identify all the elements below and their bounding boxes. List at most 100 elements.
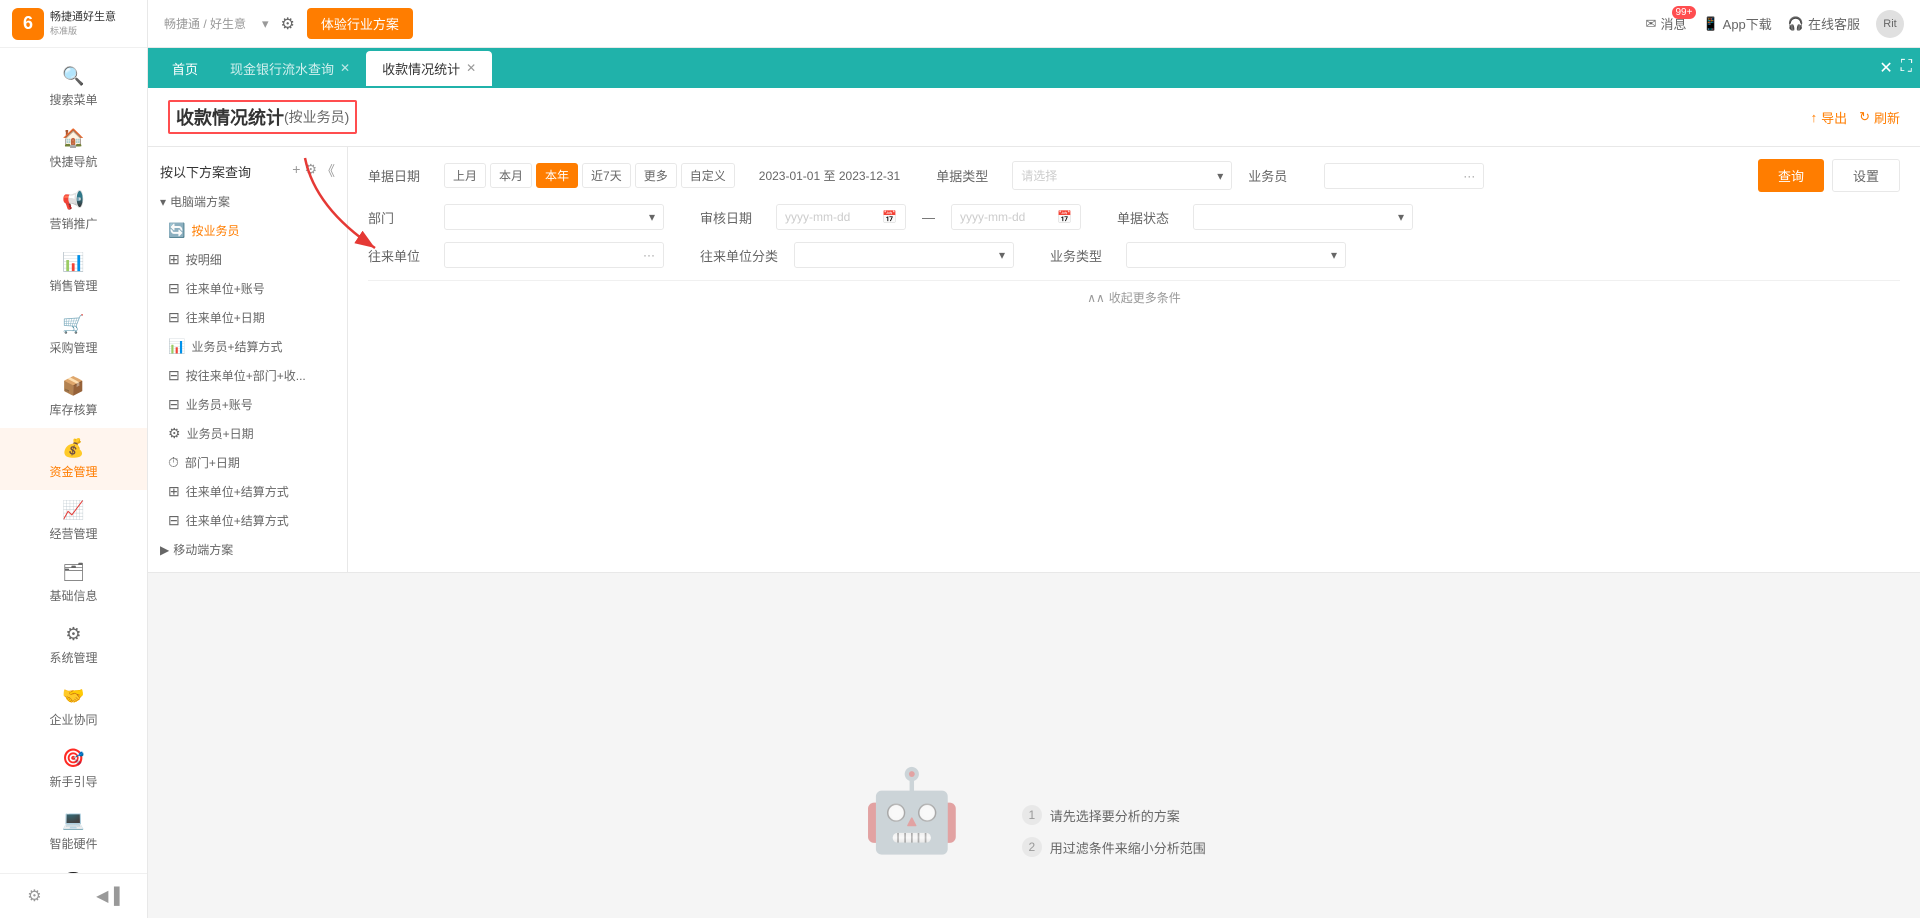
logo: 6 畅捷通好生意 标准版 — [0, 0, 147, 48]
chevron-right-icon: ▶ — [160, 543, 169, 557]
tab-expand-icon[interactable]: ⛶ — [1901, 58, 1912, 78]
salesman-settle-icon: 📊 — [168, 338, 185, 355]
empty-robot-illustration: 🤖 — [862, 764, 962, 858]
inventory-icon: 📦 — [62, 376, 84, 397]
sidebar-item-corp[interactable]: 🤝 企业协同 — [0, 676, 147, 738]
unit-settle1-icon: ⊞ — [168, 483, 180, 500]
topbar-dropdown-icon[interactable]: ▾ — [262, 16, 269, 32]
doc-status-select[interactable]: ▾ — [1193, 204, 1413, 230]
biz-type-select[interactable]: ▾ — [1126, 242, 1346, 268]
hint-num-2: 2 — [1022, 837, 1042, 857]
sidebar-item-wechat[interactable]: 💬 企业微信 — [0, 862, 147, 873]
tab-collection-close-icon[interactable]: ✕ — [466, 61, 476, 75]
scheme-sidebar: 按以下方案查询 + ⚙ 《 ▾ 电脑端方案 🔄 按业务员 — [148, 147, 348, 572]
salesman-select[interactable]: ··· — [1324, 163, 1484, 189]
collapse-row: ∧∧ 收起更多条件 — [368, 280, 1900, 314]
date-btn-custom[interactable]: 自定义 — [681, 163, 735, 188]
date-btn-this-month[interactable]: 本月 — [490, 163, 532, 188]
scheme-group-desktop-title[interactable]: ▾ 电脑端方案 — [148, 187, 347, 216]
calendar-icon-2[interactable]: 📅 — [1057, 210, 1072, 224]
review-date-label: 审核日期 — [700, 208, 760, 227]
scheme-item-salesman-settle[interactable]: 📊 业务员+结算方式 — [148, 332, 347, 361]
sidebar-item-operation[interactable]: 📈 经营管理 — [0, 490, 147, 552]
collapse-button[interactable]: ∧∧ 收起更多条件 — [1079, 281, 1189, 314]
export-button[interactable]: ↑ 导出 — [1811, 108, 1848, 127]
sidebar-item-sales[interactable]: 📊 销售管理 — [0, 242, 147, 304]
message-btn[interactable]: ✉ 消息 99+ — [1646, 14, 1687, 33]
empty-hint-2: 2 用过滤条件来缩小分析范围 — [1022, 837, 1206, 857]
sidebar-bottom: ⚙ ◀▐ — [0, 873, 147, 918]
scheme-item-unit-dept-collect[interactable]: ⊟ 按往来单位+部门+收... — [148, 361, 347, 390]
partner-category-select[interactable]: ▾ — [794, 242, 1014, 268]
tab-bank[interactable]: 现金银行流水查询 ✕ — [214, 51, 366, 86]
query-button[interactable]: 查询 — [1758, 159, 1824, 192]
scheme-group-mobile: ▶ 移动端方案 — [148, 535, 347, 564]
sidebar-item-inventory[interactable]: 📦 库存核算 — [0, 366, 147, 428]
user-avatar[interactable]: Rit — [1876, 10, 1904, 38]
date-btn-more[interactable]: 更多 — [635, 163, 677, 188]
dept-select[interactable]: ▾ — [444, 204, 664, 230]
scheme-add-icon[interactable]: + — [292, 161, 300, 181]
logo-icon: 6 — [12, 8, 44, 40]
topbar-settings-icon[interactable]: ⚙ — [281, 14, 295, 34]
date-dash: — — [922, 210, 935, 225]
scheme-item-by-salesman[interactable]: 🔄 按业务员 — [148, 216, 347, 245]
sidebar-collapse-btn[interactable]: ◀▐ — [96, 886, 120, 906]
date-range-display: 2023-01-01 至 2023-12-31 — [759, 167, 900, 184]
scheme-group-mobile-title[interactable]: ▶ 移动端方案 — [148, 535, 347, 564]
calendar-icon[interactable]: 📅 — [882, 210, 897, 224]
date-btn-last-month[interactable]: 上月 — [444, 163, 486, 188]
doc-type-select[interactable]: 请选择 ▾ — [1012, 161, 1232, 190]
partner-more-icon[interactable]: ··· — [643, 248, 655, 262]
date-btn-last7[interactable]: 近7天 — [582, 163, 631, 188]
scheme-collapse-icon[interactable]: 《 — [321, 161, 335, 181]
scheme-item-unit-settle1[interactable]: ⊞ 往来单位+结算方式 — [148, 477, 347, 506]
sidebar-item-hardware[interactable]: 💻 智能硬件 — [0, 800, 147, 862]
settings-button[interactable]: 设置 — [1832, 159, 1900, 192]
partner-select[interactable]: ··· — [444, 242, 664, 268]
page-title: 收款情况统计 — [176, 104, 284, 130]
sidebar-settings-btn[interactable]: ⚙ — [27, 886, 41, 906]
tab-collection[interactable]: 收款情况统计 ✕ — [366, 51, 492, 86]
marketing-icon: 📢 — [62, 190, 84, 211]
sidebar-item-finance[interactable]: 💰 资金管理 — [0, 428, 147, 490]
main-area: 畅捷通 / 好生意 ▾ ⚙ 体验行业方案 ✉ 消息 99+ 📱 App下载 🎧 … — [148, 0, 1920, 918]
scheme-item-by-detail[interactable]: ⊞ 按明细 — [148, 245, 347, 274]
page-title-sub: (按业务员) — [284, 107, 349, 127]
refresh-button[interactable]: ↻ 刷新 — [1859, 108, 1900, 127]
tab-close-all-icon[interactable]: ✕ — [1879, 58, 1892, 78]
sidebar-item-marketing[interactable]: 📢 营销推广 — [0, 180, 147, 242]
tab-bank-close-icon[interactable]: ✕ — [340, 61, 350, 75]
sidebar-item-shortcut[interactable]: 🏠 快捷导航 — [0, 118, 147, 180]
topbar: 畅捷通 / 好生意 ▾ ⚙ 体验行业方案 ✉ 消息 99+ 📱 App下载 🎧 … — [148, 0, 1920, 48]
message-badge: 99+ — [1672, 6, 1697, 19]
sidebar-item-search[interactable]: 🔍 搜索菜单 — [0, 56, 147, 118]
scheme-settings-icon[interactable]: ⚙ — [304, 161, 317, 181]
online-service-btn[interactable]: 🎧 在线客服 — [1788, 14, 1860, 33]
more-icon: ··· — [1463, 169, 1475, 183]
scheme-item-salesman-date[interactable]: ⚙ 业务员+日期 — [148, 419, 347, 448]
biz-type-label: 业务类型 — [1050, 246, 1110, 265]
sidebar-item-purchase[interactable]: 🛒 采购管理 — [0, 304, 147, 366]
sidebar-item-basic[interactable]: 🗂 基础信息 — [0, 552, 147, 614]
search-icon: 🔍 — [62, 66, 84, 87]
unit-date-icon: ⊟ — [168, 309, 180, 326]
review-date-start[interactable]: yyyy-mm-dd 📅 — [776, 204, 906, 230]
tab-home[interactable]: 首页 — [156, 51, 214, 86]
scheme-item-unit-date[interactable]: ⊟ 往来单位+日期 — [148, 303, 347, 332]
hint-num-1: 1 — [1022, 805, 1042, 825]
sidebar-item-guide[interactable]: 🎯 新手引导 — [0, 738, 147, 800]
scheme-item-dept-date[interactable]: ⏱ 部门+日期 — [148, 448, 347, 477]
scheme-item-unit-account[interactable]: ⊟ 往来单位+账号 — [148, 274, 347, 303]
trial-button[interactable]: 体验行业方案 — [307, 8, 413, 39]
sidebar-item-system[interactable]: ⚙ 系统管理 — [0, 614, 147, 676]
scheme-item-unit-settle2[interactable]: ⊟ 往来单位+结算方式 — [148, 506, 347, 535]
scheme-item-salesman-account[interactable]: ⊟ 业务员+账号 — [148, 390, 347, 419]
doc-status-label: 单据状态 — [1117, 208, 1177, 227]
review-date-end[interactable]: yyyy-mm-dd 📅 — [951, 204, 1081, 230]
app-download-btn[interactable]: 📱 App下载 — [1702, 14, 1771, 33]
page-content: 收款情况统计 (按业务员) ↑ 导出 ↻ 刷新 按以下方案查询 — [148, 88, 1920, 918]
partner-category-label: 往来单位分类 — [700, 246, 778, 265]
date-btn-this-year[interactable]: 本年 — [536, 163, 578, 188]
page-title-box: 收款情况统计 (按业务员) — [168, 100, 357, 134]
